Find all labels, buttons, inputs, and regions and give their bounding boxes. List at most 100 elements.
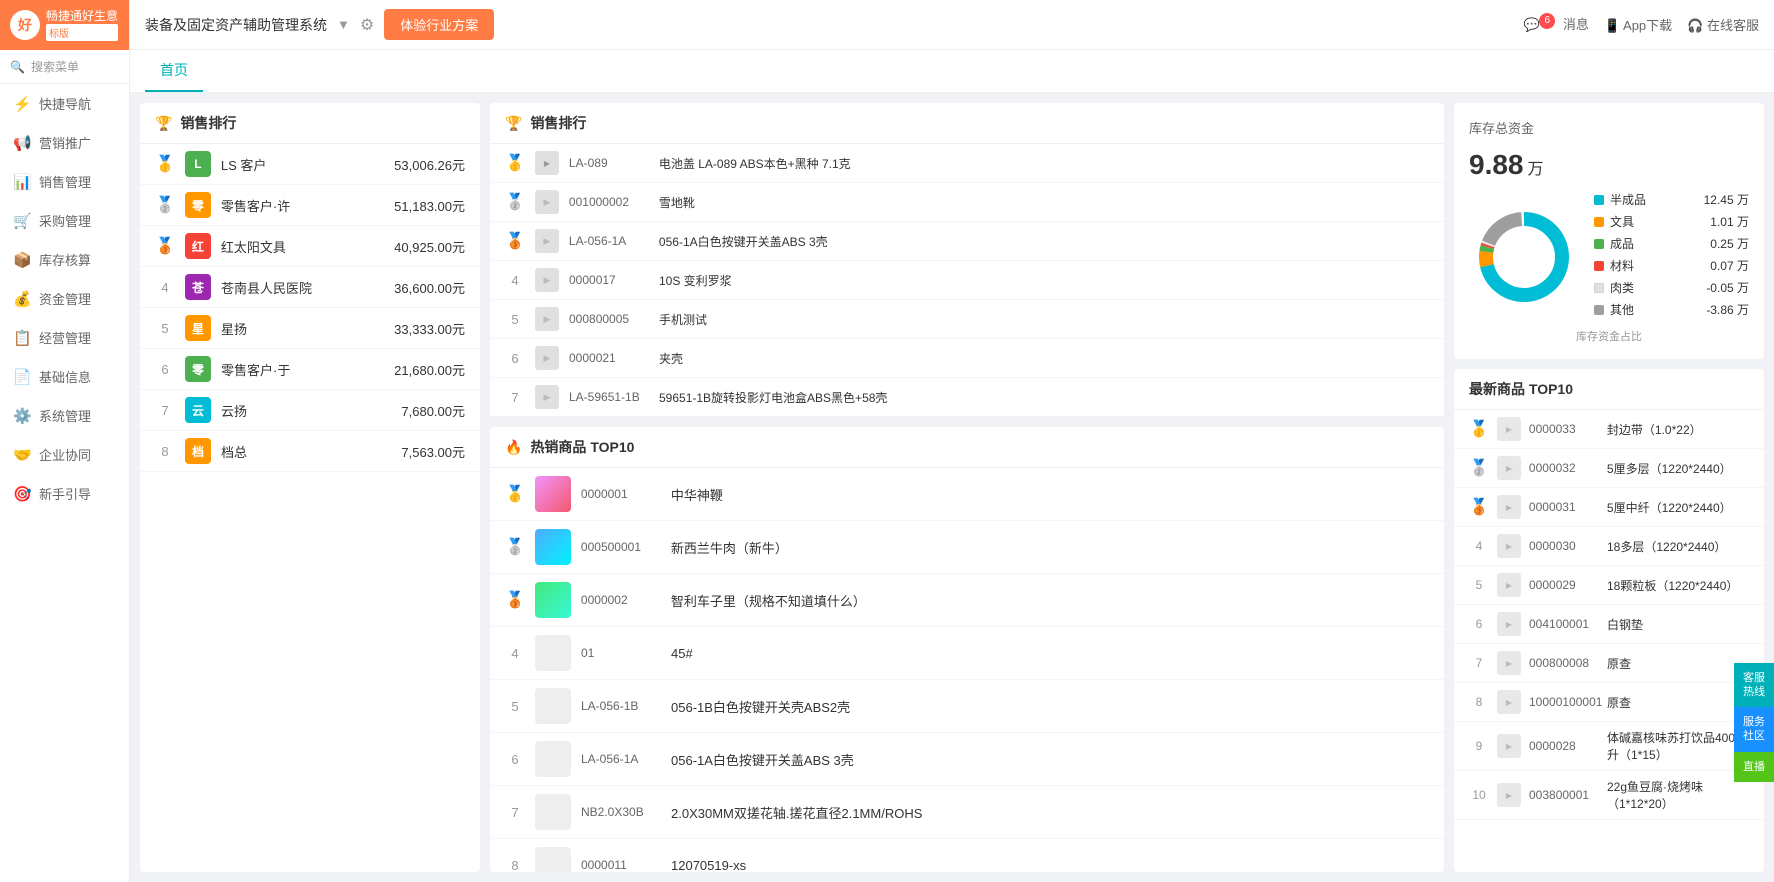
online-service-btn[interactable]: 🎧 在线客服 [1687, 15, 1759, 34]
product-img-1: ▶ [535, 151, 559, 175]
newest-products-list: 🥇 ▶ 0000033 封边带（1.0*22） 🥈 ▶ 0000032 5厘多层… [1454, 410, 1764, 872]
hot-img-2 [535, 529, 571, 565]
sidebar-item-finance[interactable]: 💰 资金管理 [0, 279, 129, 318]
sidebar-item-basic-info[interactable]: 📄 基础信息 [0, 357, 129, 396]
operations-icon: 📋 [13, 329, 31, 347]
hot-products-panel: 🔥 热销商品 TOP10 🥇 0000001 中华神鞭 🥈 [490, 427, 1444, 872]
main-nav: ⚡ 快捷导航 📢 营销推广 📊 销售管理 🛒 采购管理 📦 库存核算 💰 资金管… [0, 84, 129, 882]
new-img-3: ▶ [1497, 495, 1521, 519]
sales-row-1: 🥇 L LS 客户 53,006.26元 [140, 144, 480, 185]
sales-row-6: 6 零 零售客户·于 21,680.00元 [140, 349, 480, 390]
fire-icon: 🔥 [505, 439, 522, 456]
stock-chart-area: 半成品 12.45 万 文具 1.01 万 成品 0.25 万 [1469, 191, 1749, 323]
avatar-8: 档 [185, 438, 211, 464]
stock-caption: 库存资金占比 [1469, 328, 1749, 344]
legend-dot-material [1594, 261, 1604, 271]
sidebar-item-enterprise[interactable]: 🤝 企业协同 [0, 435, 129, 474]
product-img-4: ▶ [535, 268, 559, 292]
medal-silver-2: 🥈 [155, 195, 175, 215]
headset-icon: 🎧 [1687, 18, 1703, 33]
legend-stationery: 文具 1.01 万 [1594, 213, 1749, 230]
sidebar-item-guide[interactable]: 🎯 新手引导 [0, 474, 129, 513]
livestream-btn[interactable]: 直播 [1734, 752, 1774, 782]
sidebar-item-sales[interactable]: 📊 销售管理 [0, 162, 129, 201]
message-icon: 💬 [1523, 17, 1539, 32]
sidebar-item-purchase[interactable]: 🛒 采购管理 [0, 201, 129, 240]
donut-chart [1469, 202, 1579, 312]
hot-img-7 [535, 794, 571, 830]
hot-products-header: 🔥 热销商品 TOP10 [490, 427, 1444, 468]
hot-img-3 [535, 582, 571, 618]
sidebar-item-marketing[interactable]: 📢 营销推广 [0, 123, 129, 162]
search-menu[interactable]: 🔍 搜索菜单 [0, 50, 129, 84]
new-product-row-4: 4 ▶ 0000030 18多层（1220*2440） [1454, 527, 1764, 566]
finance-icon: 💰 [13, 290, 31, 308]
sidebar-item-system[interactable]: ⚙️ 系统管理 [0, 396, 129, 435]
guide-icon: 🎯 [13, 485, 31, 503]
hot-img-1 [535, 476, 571, 512]
new-medal-2: 🥈 [1469, 458, 1489, 478]
phone-icon: 📱 [1604, 18, 1620, 33]
new-img-6: ▶ [1497, 612, 1521, 636]
main-area: 装备及固定资产辅助管理系统 ▼ ⚙ 体验行业方案 💬 6 消息 📱 App下载 … [130, 0, 1774, 882]
product-img-6: ▶ [535, 346, 559, 370]
quick-nav-icon: ⚡ [13, 95, 31, 113]
new-img-4: ▶ [1497, 534, 1521, 558]
hot-img-8 [535, 847, 571, 872]
new-product-row-6: 6 ▶ 004100001 白钢垫 [1454, 605, 1764, 644]
new-product-row-10: 10 ▶ 003800001 22g鱼豆腐·烧烤味（1*12*20） [1454, 771, 1764, 820]
stock-amount: 9.88 [1469, 149, 1524, 181]
tab-home[interactable]: 首页 [145, 50, 203, 92]
system-title: 装备及固定资产辅助管理系统 [145, 15, 327, 35]
sidebar-item-quick-nav[interactable]: ⚡ 快捷导航 [0, 84, 129, 123]
sidebar-item-operations[interactable]: 📋 经营管理 [0, 318, 129, 357]
product-row-7: 7 ▶ LA-59651-1B 59651-1B旋转投影灯电池盒ABS黑色+58… [490, 378, 1444, 417]
product-row-1: 🥇 ▶ LA-089 电池盖 LA-089 ABS本色+黑种 7.1克 [490, 144, 1444, 183]
new-img-9: ▶ [1497, 734, 1521, 758]
hot-products-list: 🥇 0000001 中华神鞭 🥈 000500001 新西兰牛肉（新牛） [490, 468, 1444, 872]
new-img-7: ▶ [1497, 651, 1521, 675]
legend-meat: 肉类 -0.05 万 [1594, 279, 1749, 296]
app-download-btn[interactable]: 📱 App下载 [1604, 15, 1672, 34]
page-nav: 首页 [130, 50, 1774, 93]
legend-dot-stationery [1594, 217, 1604, 227]
hot-img-4 [535, 635, 571, 671]
app-logo: 好 畅捷通好生意 标版 [0, 0, 129, 50]
product-row-2: 🥈 ▶ 001000002 雪地靴 [490, 183, 1444, 222]
system-icon: ⚙️ [13, 407, 31, 425]
sidebar-item-inventory[interactable]: 📦 库存核算 [0, 240, 129, 279]
sidebar: 好 畅捷通好生意 标版 🔍 搜索菜单 ⚡ 快捷导航 📢 营销推广 📊 销售管理 … [0, 0, 130, 882]
right-column: 库存总资金 9.88 万 [1454, 103, 1764, 872]
trial-btn[interactable]: 体验行业方案 [384, 9, 494, 40]
trophy-icon: 🏆 [505, 115, 522, 132]
avatar-1: L [185, 151, 211, 177]
avatar-2: 零 [185, 192, 211, 218]
service-community-btn[interactable]: 服务 社区 [1734, 707, 1774, 752]
settings-icon[interactable]: ⚙ [360, 15, 374, 35]
customer-service-btn[interactable]: 客服 热线 [1734, 663, 1774, 708]
product-img-3: ▶ [535, 229, 559, 253]
product-row-3: 🥉 ▶ LA-056-1A 056-1A白色按键开关盖ABS 3壳 [490, 222, 1444, 261]
hot-img-5 [535, 688, 571, 724]
new-product-row-3: 🥉 ▶ 0000031 5厘中纤（1220*2440） [1454, 488, 1764, 527]
customer-sales-header: 🏆 销售排行 [140, 103, 480, 144]
sales-row-3: 🥉 红 红太阳文具 40,925.00元 [140, 226, 480, 267]
stock-title: 库存总资金 [1469, 118, 1534, 137]
product-img-2: ▶ [535, 190, 559, 214]
new-products-title: 最新商品 TOP10 [1469, 379, 1573, 399]
customer-sales-list: 🥇 L LS 客户 53,006.26元 🥈 零 零售客户·许 51,183.0… [140, 144, 480, 872]
message-area[interactable]: 💬 6 消息 [1523, 14, 1588, 35]
hot-row-8: 8 0000011 12070519-xs [490, 839, 1444, 872]
product-sales-panel: 🏆 销售排行 🥇 ▶ LA-089 电池盖 LA-089 ABS本色+黑种 7.… [490, 103, 1444, 417]
sales-row-7: 7 云 云扬 7,680.00元 [140, 390, 480, 431]
marketing-icon: 📢 [13, 134, 31, 152]
avatar-3: 红 [185, 233, 211, 259]
new-product-row-9: 9 ▶ 0000028 体碱嘉核味苏打饮品400毫升（1*15） [1454, 722, 1764, 771]
stock-legend: 半成品 12.45 万 文具 1.01 万 成品 0.25 万 [1594, 191, 1749, 323]
enterprise-icon: 🤝 [13, 446, 31, 464]
stock-panel: 库存总资金 9.88 万 [1454, 103, 1764, 359]
hot-row-2: 🥈 000500001 新西兰牛肉（新牛） [490, 521, 1444, 574]
avatar-4: 苍 [185, 274, 211, 300]
sales-row-4: 4 苍 苍南县人民医院 36,600.00元 [140, 267, 480, 308]
top-bar: 装备及固定资产辅助管理系统 ▼ ⚙ 体验行业方案 💬 6 消息 📱 App下载 … [130, 0, 1774, 50]
